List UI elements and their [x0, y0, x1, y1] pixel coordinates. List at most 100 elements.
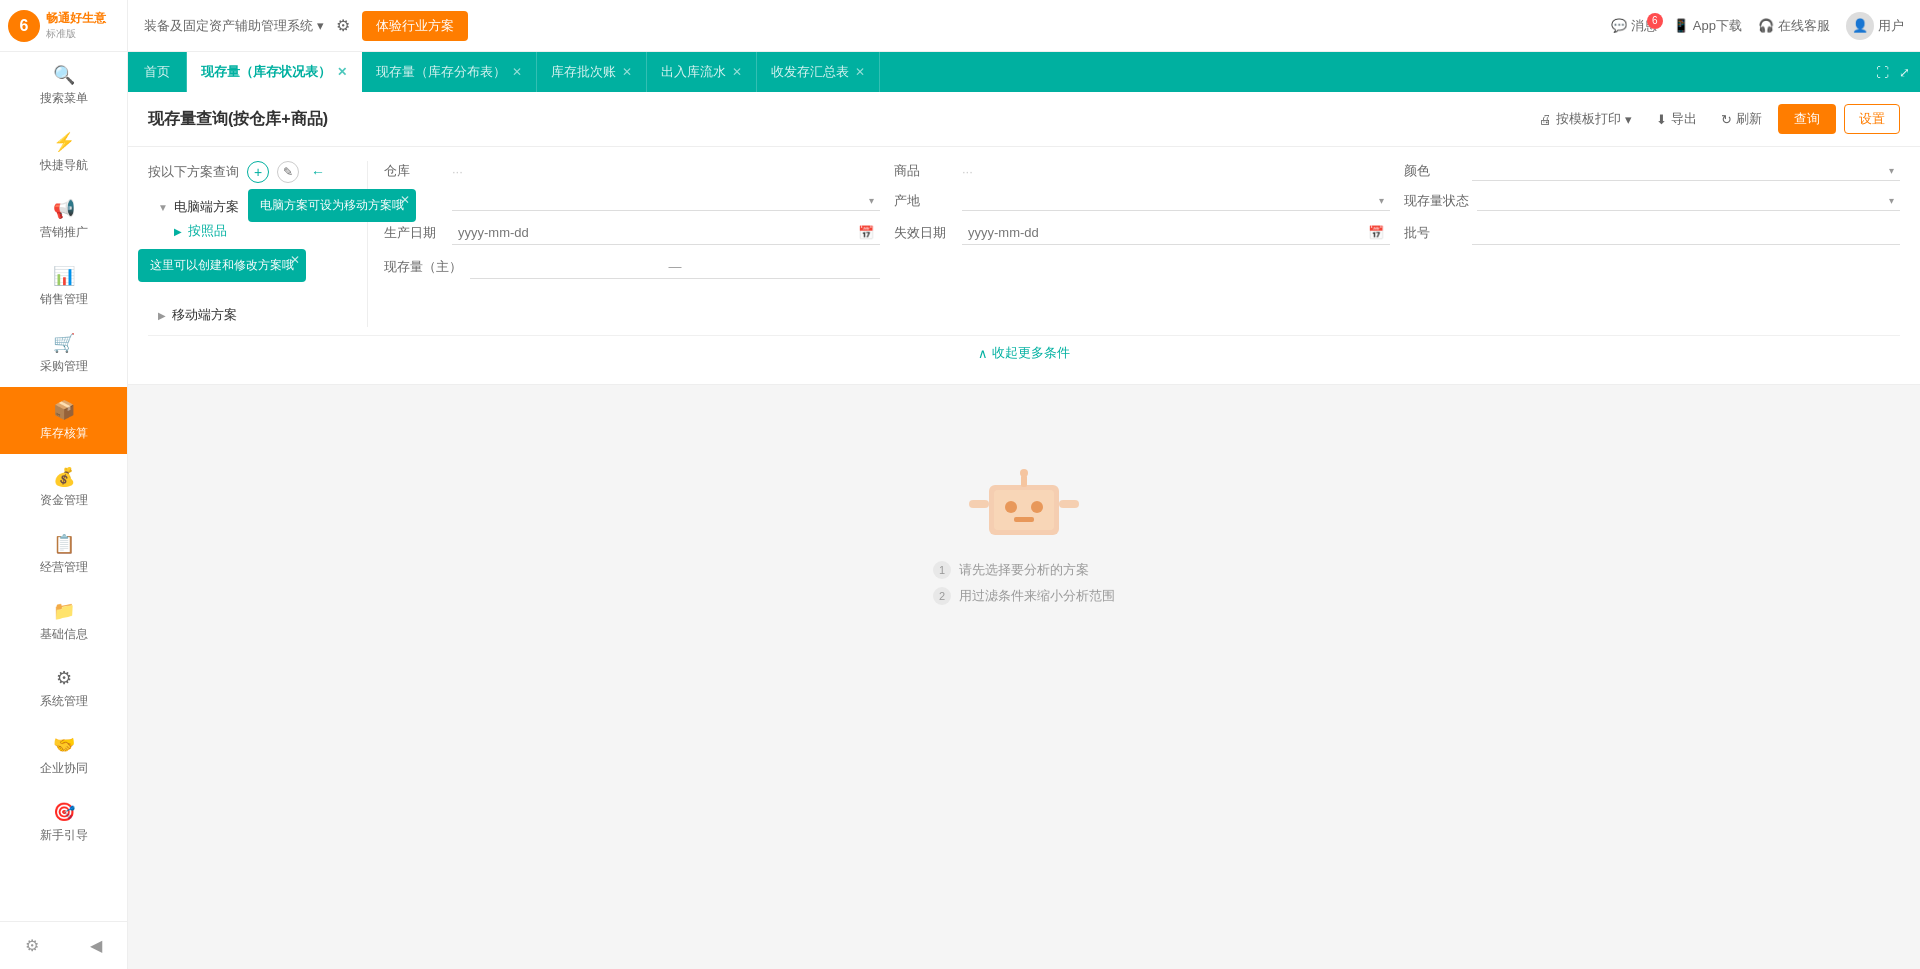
batch-no-field: 批号	[1404, 221, 1900, 245]
gear-settings-btn[interactable]: ⚙	[336, 16, 350, 35]
finance-icon: 💰	[53, 466, 75, 488]
expand-arrow-icon: ▼	[158, 202, 168, 213]
export-btn[interactable]: ⬇ 导出	[1648, 106, 1705, 132]
size-select[interactable]: ▾	[452, 191, 880, 211]
filter-header: 按以下方案查询 + ✎ ←	[148, 161, 357, 183]
tab-stock-status[interactable]: 现存量（库存状况表） ✕	[187, 52, 362, 92]
origin-select[interactable]: ▾	[962, 191, 1390, 211]
desktop-sub-item[interactable]: ▶ 按照品	[174, 219, 357, 243]
tab-flow[interactable]: 出入库流水 ✕	[647, 52, 757, 92]
collapse-btn[interactable]: ∧ 收起更多条件	[148, 335, 1900, 370]
logo-area: 6 畅通好生意 标准版	[0, 0, 127, 52]
sidebar-item-marketing[interactable]: 📢 营销推广	[0, 186, 127, 253]
calendar-icon[interactable]: 📅	[1368, 225, 1384, 240]
tabs-fullscreen-icon[interactable]: ⤢	[1899, 65, 1910, 80]
arrow-btn[interactable]: ←	[307, 161, 329, 183]
tabs-maximize-icon[interactable]: ⛶	[1876, 65, 1889, 80]
refresh-icon: ↻	[1721, 112, 1732, 127]
edit-scheme-btn[interactable]: ✎	[277, 161, 299, 183]
export-icon: ⬇	[1656, 112, 1667, 127]
create-tooltip-close[interactable]: ✕	[290, 253, 300, 267]
stock-status-select[interactable]: ▾	[1477, 191, 1900, 211]
sidebar-item-system[interactable]: ⚙ 系统管理	[0, 655, 127, 722]
tab-summary[interactable]: 收发存汇总表 ✕	[757, 52, 880, 92]
expand-arrow-icon: ▶	[158, 310, 166, 321]
stock-qty-min[interactable]	[476, 259, 665, 274]
chevron-down-icon: ▾	[869, 195, 874, 206]
print-icon: 🖨	[1539, 112, 1552, 127]
chevron-down-icon: ▾	[1379, 195, 1384, 206]
expiry-date-field: 失效日期 📅	[894, 221, 1390, 245]
sidebar-nav: 🔍 搜索菜单 ⚡ 快捷导航 📢 营销推广 📊 销售管理 🛒 采购管理 📦 库存核…	[0, 52, 127, 921]
sidebar: 6 畅通好生意 标准版 🔍 搜索菜单 ⚡ 快捷导航 📢 营销推广 📊 销售管理 …	[0, 0, 128, 969]
sidebar-settings-btn[interactable]: ⚙	[17, 932, 47, 959]
sidebar-item-basic-info[interactable]: 📁 基础信息	[0, 588, 127, 655]
app-download-btn[interactable]: 📱 App下载	[1673, 17, 1742, 35]
sidebar-item-inventory[interactable]: 📦 库存核算	[0, 387, 127, 454]
stock-qty-range[interactable]: —	[470, 255, 880, 279]
query-btn[interactable]: 查询	[1778, 104, 1836, 134]
color-field: 颜色 ▾	[1404, 161, 1900, 181]
industry-btn[interactable]: 体验行业方案	[362, 11, 468, 41]
print-btn[interactable]: 🖨 按模板打印 ▾	[1531, 106, 1640, 132]
calendar-icon[interactable]: 📅	[858, 225, 874, 240]
page-header: 现存量查询(按仓库+商品) 🖨 按模板打印 ▾ ⬇ 导出 ↻ 刷新 查询 设置	[128, 92, 1920, 147]
scheme-tooltip-close[interactable]: ✕	[400, 193, 410, 207]
logo-icon: 6	[8, 10, 40, 42]
chevron-down-icon: ▾	[1889, 165, 1894, 176]
page-title: 现存量查询(按仓库+商品)	[148, 109, 328, 130]
collapse-icon: ∧	[978, 346, 988, 361]
tab-batch[interactable]: 库存批次账 ✕	[537, 52, 647, 92]
sidebar-item-guide[interactable]: 🎯 新手引导	[0, 789, 127, 856]
sidebar-item-operations[interactable]: 📋 经营管理	[0, 521, 127, 588]
message-btn[interactable]: 💬 6 消息	[1611, 17, 1657, 35]
svg-rect-8	[1059, 500, 1079, 508]
filter-row-1: 仓库 ··· 商品 ··· 颜色 ▾	[384, 161, 1900, 181]
production-date-input[interactable]: 📅	[452, 221, 880, 245]
add-scheme-btn[interactable]: +	[247, 161, 269, 183]
mobile-scheme-item[interactable]: ▶ 移动端方案	[158, 303, 357, 327]
sidebar-item-purchase[interactable]: 🛒 采购管理	[0, 320, 127, 387]
sidebar-item-enterprise[interactable]: 🤝 企业协同	[0, 722, 127, 789]
production-date-field: 生产日期 📅	[384, 221, 880, 245]
tab-close-icon[interactable]: ✕	[622, 65, 632, 79]
warehouse-dots[interactable]: ···	[452, 164, 463, 179]
marketing-icon: 📢	[53, 198, 75, 220]
tab-home[interactable]: 首页	[128, 52, 187, 92]
batch-no-input[interactable]	[1472, 221, 1900, 245]
sidebar-collapse-btn[interactable]: ◀	[82, 932, 110, 959]
goods-field: 商品 ···	[894, 161, 1390, 181]
empty-illustration	[964, 445, 1084, 545]
system-name-dropdown[interactable]: 装备及固定资产辅助管理系统 ▾	[144, 17, 324, 35]
system-icon: ⚙	[56, 667, 72, 689]
headset-icon: 🎧	[1758, 18, 1774, 33]
tab-close-icon[interactable]: ✕	[337, 65, 347, 79]
stock-status-field: 现存量状态 ▾	[1404, 191, 1900, 211]
user-icon: 👤	[1852, 18, 1868, 33]
tab-close-icon[interactable]: ✕	[512, 65, 522, 79]
settings-btn[interactable]: 设置	[1844, 104, 1900, 134]
refresh-btn[interactable]: ↻ 刷新	[1713, 106, 1770, 132]
guide-icon: 🎯	[53, 801, 75, 823]
production-date-text[interactable]	[458, 225, 858, 240]
sidebar-item-search[interactable]: 🔍 搜索菜单	[0, 52, 127, 119]
user-avatar[interactable]: 👤 用户	[1846, 12, 1904, 40]
topbar-left: 装备及固定资产辅助管理系统 ▾ ⚙ 体验行业方案	[144, 11, 468, 41]
sidebar-item-sales[interactable]: 📊 销售管理	[0, 253, 127, 320]
expiry-date-text[interactable]	[968, 225, 1368, 240]
page-content: 现存量查询(按仓库+商品) 🖨 按模板打印 ▾ ⬇ 导出 ↻ 刷新 查询 设置	[128, 92, 1920, 969]
svg-point-3	[1031, 501, 1043, 513]
sidebar-item-finance[interactable]: 💰 资金管理	[0, 454, 127, 521]
tab-close-icon[interactable]: ✕	[855, 65, 865, 79]
tab-stock-dist[interactable]: 现存量（库存分布表） ✕	[362, 52, 537, 92]
online-support-btn[interactable]: 🎧 在线客服	[1758, 17, 1830, 35]
stock-qty-max[interactable]	[686, 259, 875, 274]
sidebar-item-quicknav[interactable]: ⚡ 快捷导航	[0, 119, 127, 186]
expiry-date-input[interactable]: 📅	[962, 221, 1390, 245]
color-select[interactable]: ▾	[1472, 161, 1900, 181]
create-scheme-tooltip: 这里可以创建和修改方案哦 ✕	[138, 249, 306, 282]
tab-close-icon[interactable]: ✕	[732, 65, 742, 79]
sales-icon: 📊	[53, 265, 75, 287]
goods-dots[interactable]: ···	[962, 164, 973, 179]
tabs-actions: ⛶ ⤢	[1866, 52, 1920, 92]
